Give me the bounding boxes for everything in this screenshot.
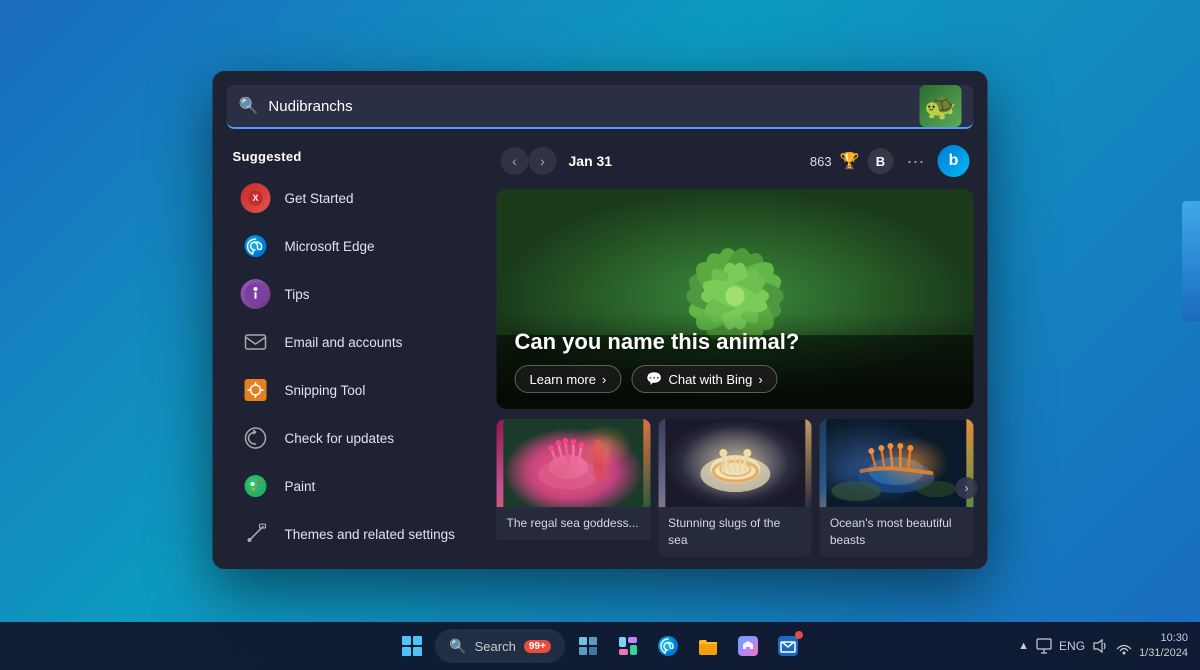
trophy-icon: 🏆 [840, 151, 860, 171]
store-button[interactable] [731, 629, 765, 663]
taskbar-search[interactable]: 🔍 Search 99+ [435, 629, 565, 663]
taskbar-search-badge: 99+ [524, 640, 551, 653]
mail-button[interactable] [771, 629, 805, 663]
chat-icon: 💬 [646, 371, 662, 387]
svg-text:X: X [252, 193, 258, 203]
get-started-icon: X [241, 183, 271, 213]
sidebar-item-updates[interactable]: Check for updates [221, 414, 485, 462]
chat-bing-button[interactable]: 💬 Chat with Bing › [631, 365, 777, 393]
tips-icon [241, 279, 271, 309]
next-button[interactable]: › [529, 147, 557, 175]
themes-label: Themes and related settings [285, 527, 455, 542]
chat-bing-chevron: › [758, 372, 762, 387]
edge-icon [241, 231, 271, 261]
search-icon: 🔍 [239, 96, 259, 116]
cards-next-button[interactable]: › [956, 477, 978, 499]
network-icon[interactable] [1115, 637, 1133, 655]
hero-text-overlay: Can you name this animal? Learn more › 💬… [497, 313, 974, 409]
search-bar[interactable]: 🔍 🐢 [227, 85, 974, 129]
system-tray: ▲ ENG 10:30 1/31/2024 [1018, 631, 1188, 662]
file-explorer-button[interactable] [691, 629, 725, 663]
prev-button[interactable]: ‹ [501, 147, 529, 175]
desktop: 🔍 🐢 Suggested X Get Star [0, 0, 1200, 670]
taskbar-search-label: Search [475, 639, 516, 654]
sidebar-item-snipping[interactable]: Snipping Tool [221, 366, 485, 414]
monitor-icon [1035, 637, 1053, 655]
paint-icon [241, 471, 271, 501]
email-icon [241, 327, 271, 357]
learn-more-chevron: › [602, 372, 606, 387]
bottom-cards: The regal sea goddess... [497, 419, 974, 557]
snipping-label: Snipping Tool [285, 383, 366, 398]
card-image-3 [820, 419, 974, 507]
get-started-label: Get Started [285, 191, 354, 206]
sidebar-item-get-started[interactable]: X Get Started [221, 174, 485, 222]
hero-card[interactable]: Can you name this animal? Learn more › 💬… [497, 189, 974, 409]
right-top-bar: ‹ › Jan 31 863 🏆 B ··· b [497, 145, 974, 177]
email-label: Email and accounts [285, 335, 403, 350]
date-label: Jan 31 [569, 153, 613, 169]
volume-icon[interactable] [1091, 637, 1109, 655]
suggested-label: Suggested [213, 145, 493, 174]
search-avatar: 🐢 [920, 85, 962, 127]
sidebar-item-email[interactable]: Email and accounts [221, 318, 485, 366]
card-3-label: Ocean's most beautiful beasts [820, 507, 974, 557]
score-badge: 863 🏆 B ··· b [810, 145, 970, 177]
sidebar-item-themes[interactable]: Themes and related settings [221, 510, 485, 558]
sidebar-item-paint[interactable]: Paint [221, 462, 485, 510]
tray-arrow[interactable]: ▲ [1018, 640, 1029, 652]
score-value: 863 [810, 154, 832, 169]
bing-button[interactable]: b [938, 145, 970, 177]
taskbar-center: 🔍 Search 99+ [395, 629, 805, 663]
search-input[interactable] [268, 98, 919, 115]
more-button[interactable]: ··· [902, 147, 930, 175]
card-regal-sea[interactable]: The regal sea goddess... [497, 419, 651, 557]
card-image-1 [497, 419, 651, 507]
system-time[interactable]: 10:30 1/31/2024 [1139, 631, 1188, 662]
updates-label: Check for updates [285, 431, 395, 446]
start-button[interactable] [395, 629, 429, 663]
taskbar-edge-button[interactable] [651, 629, 685, 663]
card-1-label: The regal sea goddess... [497, 507, 651, 540]
card-image-2 [658, 419, 812, 507]
eng-label[interactable]: ENG [1059, 639, 1085, 653]
updates-icon [241, 423, 271, 453]
mail-badge [795, 631, 803, 639]
search-window: 🔍 🐢 Suggested X Get Star [213, 71, 988, 569]
hero-buttons: Learn more › 💬 Chat with Bing › [515, 365, 956, 393]
task-view-button[interactable] [571, 629, 605, 663]
windows-logo [402, 636, 422, 656]
card-stunning-slugs[interactable]: Stunning slugs of the sea [658, 419, 812, 557]
learn-more-button[interactable]: Learn more › [515, 365, 622, 393]
snipping-icon [241, 375, 271, 405]
taskbar-search-icon: 🔍 [449, 638, 466, 655]
chat-bing-label: Chat with Bing [669, 372, 753, 387]
edge-label: Microsoft Edge [285, 239, 375, 254]
left-panel: Suggested X Get Started [213, 129, 493, 569]
content-area: Suggested X Get Started [213, 129, 988, 569]
time-display: 10:30 [1139, 631, 1188, 646]
right-accent-bar [1182, 201, 1200, 321]
date-display: 1/31/2024 [1139, 646, 1188, 661]
sidebar-item-edge[interactable]: Microsoft Edge [221, 222, 485, 270]
sidebar-item-tips[interactable]: Tips [221, 270, 485, 318]
card-ocean-beasts[interactable]: Ocean's most beautiful beasts [820, 419, 974, 557]
tips-label: Tips [285, 287, 310, 302]
card-2-label: Stunning slugs of the sea [658, 507, 812, 557]
learn-more-label: Learn more [530, 372, 596, 387]
paint-label: Paint [285, 479, 316, 494]
score-b-badge: B [868, 148, 894, 174]
right-panel: ‹ › Jan 31 863 🏆 B ··· b [493, 129, 988, 569]
hero-question: Can you name this animal? [515, 329, 956, 355]
themes-icon [241, 519, 271, 549]
widgets-button[interactable] [611, 629, 645, 663]
taskbar: 🔍 Search 99+ [0, 622, 1200, 670]
